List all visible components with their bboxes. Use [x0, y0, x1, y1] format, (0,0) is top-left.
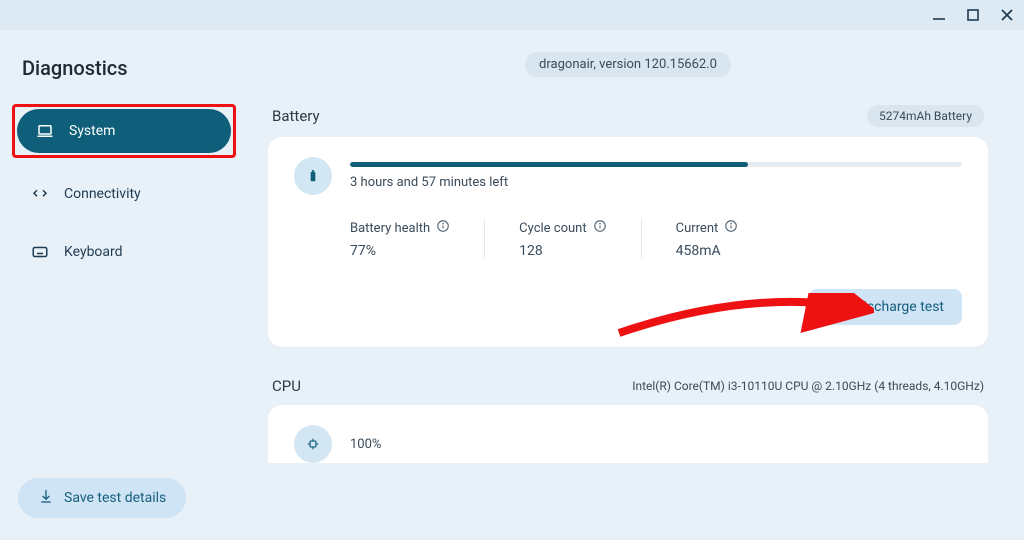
cpu-icon	[294, 425, 332, 463]
sidebar-item-keyboard[interactable]: Keyboard	[12, 230, 236, 274]
battery-stats: Battery health 77% Cycle count 128 Curre…	[350, 219, 962, 259]
battery-section-header: Battery 5274mAh Battery	[268, 105, 988, 127]
battery-time-left: 3 hours and 57 minutes left	[350, 175, 962, 190]
close-button[interactable]	[998, 6, 1016, 24]
sidebar-item-label: System	[69, 123, 115, 139]
version-pill: dragonair, version 120.15662.0	[525, 52, 731, 77]
maximize-button[interactable]	[964, 6, 982, 24]
stat-label: Cycle count	[519, 221, 586, 236]
stat-value: 77%	[350, 243, 450, 259]
battery-capacity-pill: 5274mAh Battery	[867, 105, 984, 127]
battery-progress-bar	[350, 162, 962, 167]
info-icon[interactable]	[724, 219, 738, 237]
save-test-details-button[interactable]: Save test details	[18, 478, 186, 518]
section-title: Battery	[272, 107, 320, 125]
stat-label: Current	[676, 221, 719, 236]
run-discharge-test-button[interactable]: Run Discharge test	[809, 289, 962, 325]
laptop-icon	[35, 121, 55, 141]
annotation-highlight: System	[12, 104, 236, 158]
window-titlebar	[0, 0, 1024, 30]
sidebar-item-label: Keyboard	[64, 244, 123, 260]
keyboard-icon	[30, 242, 50, 262]
sidebar-item-label: Connectivity	[64, 186, 141, 202]
stat-label: Battery health	[350, 221, 430, 236]
download-icon	[38, 488, 54, 508]
minimize-button[interactable]	[930, 6, 948, 24]
sidebar-item-connectivity[interactable]: Connectivity	[12, 172, 236, 216]
sidebar-item-system[interactable]: System	[17, 109, 231, 153]
battery-card: 3 hours and 57 minutes left Battery heal…	[268, 137, 988, 347]
sidebar: Diagnostics System Connectivity	[0, 30, 248, 540]
info-icon[interactable]	[593, 219, 607, 237]
cpu-section-header: CPU Intel(R) Core(TM) i3-10110U CPU @ 2.…	[268, 377, 988, 395]
stat-value: 128	[519, 243, 606, 259]
main-content: dragonair, version 120.15662.0 Battery 5…	[248, 30, 1024, 540]
battery-icon	[294, 157, 332, 195]
stat-value: 458mA	[676, 243, 739, 259]
cpu-percent-label: 100%	[350, 437, 381, 452]
page-title: Diagnostics	[22, 56, 236, 80]
arrows-icon	[30, 184, 50, 204]
save-button-label: Save test details	[64, 490, 166, 506]
cpu-card: 100%	[268, 405, 988, 463]
cpu-description: Intel(R) Core(TM) i3-10110U CPU @ 2.10GH…	[301, 379, 984, 393]
sidebar-nav: System Connectivity Keyboard	[12, 104, 236, 274]
info-icon[interactable]	[436, 219, 450, 237]
section-title: CPU	[272, 377, 301, 395]
